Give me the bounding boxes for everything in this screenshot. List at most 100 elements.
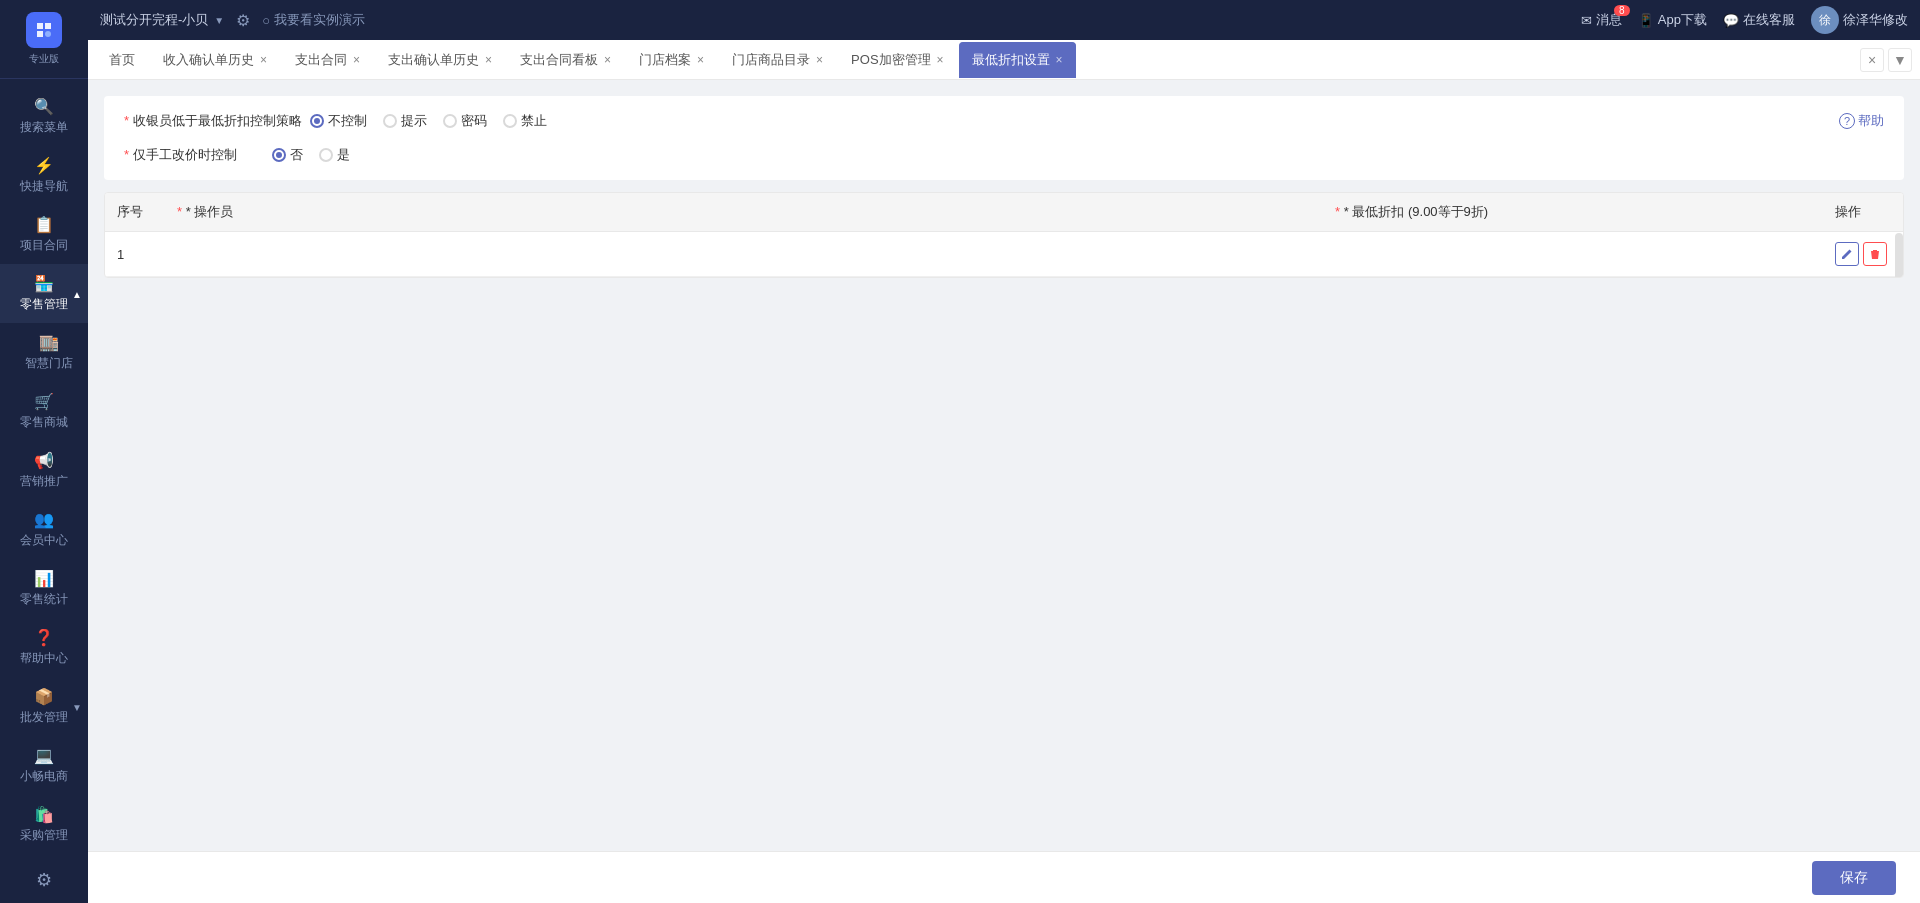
table-scrollbar[interactable] bbox=[1895, 233, 1903, 278]
discount-policy-forbid[interactable]: 禁止 bbox=[503, 112, 547, 130]
sidebar-item-ecommerce[interactable]: 💻 小畅电商 bbox=[0, 736, 88, 795]
discount-table: 序号 * * 操作员 * * 最低折扣 (9.00等于9折) 操作 bbox=[105, 193, 1903, 277]
manual-price-yes-label: 是 bbox=[337, 146, 350, 164]
ecommerce-icon: 💻 bbox=[34, 746, 54, 765]
tab-payment-contract-close[interactable]: × bbox=[353, 53, 360, 67]
help-link[interactable]: ? 帮助 bbox=[1839, 112, 1884, 130]
sidebar-item-smartstore[interactable]: 🏬 智慧门店 bbox=[0, 323, 88, 382]
td-operator bbox=[165, 232, 1323, 277]
discount-policy-no-control[interactable]: 不控制 bbox=[310, 112, 367, 130]
tab-payment-confirm-close[interactable]: × bbox=[485, 53, 492, 67]
tab-close-all-btn[interactable]: × bbox=[1860, 48, 1884, 72]
tab-store-archive-close[interactable]: × bbox=[697, 53, 704, 67]
marketing-icon: 📢 bbox=[34, 451, 54, 470]
discount-policy-password[interactable]: 密码 bbox=[443, 112, 487, 130]
tabbar: 首页 收入确认单历史 × 支出合同 × 支出确认单历史 × 支出合同看板 × 门… bbox=[88, 40, 1920, 80]
password-label: 密码 bbox=[461, 112, 487, 130]
tab-home-label: 首页 bbox=[109, 51, 135, 69]
sidebar-menu: 🔍 搜索菜单 ⚡ 快捷导航 📋 项目合同 🏪 零售管理 ▲ 🏬 智慧门店 🛒 零… bbox=[0, 79, 88, 857]
manual-price-yes-radio[interactable] bbox=[319, 148, 333, 162]
sidebar-item-eshop[interactable]: 🛒 零售商城 bbox=[0, 382, 88, 441]
topbar-settings-icon[interactable]: ⚙ bbox=[236, 11, 250, 30]
tab-income-confirm-close[interactable]: × bbox=[260, 53, 267, 67]
svg-point-0 bbox=[45, 31, 51, 37]
message-icon: ✉ bbox=[1581, 13, 1592, 28]
tab-min-discount[interactable]: 最低折扣设置 × bbox=[959, 42, 1076, 78]
tabbar-controls: × ▼ bbox=[1860, 48, 1912, 72]
manual-price-label: * 仅手工改价时控制 bbox=[124, 146, 264, 164]
action-buttons bbox=[1835, 242, 1891, 266]
th-operator: * * 操作员 bbox=[165, 193, 1323, 232]
tab-store-archive[interactable]: 门店档案 × bbox=[626, 42, 717, 78]
tab-store-goods[interactable]: 门店商品目录 × bbox=[719, 42, 836, 78]
sidebar-item-wholesale[interactable]: 📦 批发管理 ▼ bbox=[0, 677, 88, 736]
password-radio[interactable] bbox=[443, 114, 457, 128]
edit-btn[interactable] bbox=[1835, 242, 1859, 266]
bottom-bar: 保存 bbox=[88, 851, 1920, 903]
forbid-radio[interactable] bbox=[503, 114, 517, 128]
sidebar-bottom: ⚙ bbox=[0, 857, 88, 903]
sidebar-item-label: 零售商城 bbox=[20, 414, 68, 431]
tab-pos-encrypt[interactable]: POS加密管理 × bbox=[838, 42, 956, 78]
sidebar-item-label: 智慧门店 bbox=[25, 355, 73, 372]
sidebar-item-label: 采购管理 bbox=[20, 827, 68, 844]
project-icon: 📋 bbox=[34, 215, 54, 234]
tab-payment-confirm[interactable]: 支出确认单历史 × bbox=[375, 42, 505, 78]
topbar-message-btn[interactable]: ✉ 消息 8 bbox=[1581, 11, 1622, 29]
topbar-appdownload-btn[interactable]: 📱 App下载 bbox=[1638, 11, 1707, 29]
topbar-demo-label: 我要看实例演示 bbox=[274, 11, 365, 29]
topbar-customerservice-label: 在线客服 bbox=[1743, 11, 1795, 29]
sidebar-settings-icon[interactable]: ⚙ bbox=[36, 869, 52, 891]
sidebar-item-label: 小畅电商 bbox=[20, 768, 68, 785]
manual-price-no-radio[interactable] bbox=[272, 148, 286, 162]
sidebar-item-member[interactable]: 👥 会员中心 bbox=[0, 500, 88, 559]
tab-menu-btn[interactable]: ▼ bbox=[1888, 48, 1912, 72]
tab-home[interactable]: 首页 bbox=[96, 42, 148, 78]
tab-pos-encrypt-close[interactable]: × bbox=[937, 53, 944, 67]
sidebar-item-help[interactable]: ❓ 帮助中心 bbox=[0, 618, 88, 677]
tab-payment-contract[interactable]: 支出合同 × bbox=[282, 42, 373, 78]
topbar-demo-circle-icon: ○ bbox=[262, 13, 270, 28]
tab-payment-board-label: 支出合同看板 bbox=[520, 51, 598, 69]
topbar-demo-btn[interactable]: ○ 我要看实例演示 bbox=[262, 11, 365, 29]
manual-price-yes[interactable]: 是 bbox=[319, 146, 350, 164]
tab-payment-board-close[interactable]: × bbox=[604, 53, 611, 67]
save-button[interactable]: 保存 bbox=[1812, 861, 1896, 895]
sidebar-item-project[interactable]: 📋 项目合同 bbox=[0, 205, 88, 264]
delete-btn[interactable] bbox=[1863, 242, 1887, 266]
sidebar-item-label: 搜索菜单 bbox=[20, 119, 68, 136]
forbid-label: 禁止 bbox=[521, 112, 547, 130]
help-label: 帮助 bbox=[1858, 112, 1884, 130]
manual-price-radio-group: 否 是 bbox=[272, 146, 350, 164]
sidebar-item-label: 快捷导航 bbox=[20, 178, 68, 195]
tab-store-goods-close[interactable]: × bbox=[816, 53, 823, 67]
no-control-label: 不控制 bbox=[328, 112, 367, 130]
discount-policy-prompt[interactable]: 提示 bbox=[383, 112, 427, 130]
smartstore-icon: 🏬 bbox=[39, 333, 59, 352]
no-control-radio[interactable] bbox=[310, 114, 324, 128]
discount-policy-radio-group: 不控制 提示 密码 禁止 bbox=[310, 112, 547, 130]
sidebar-item-stats[interactable]: 📊 零售统计 bbox=[0, 559, 88, 618]
tab-income-confirm[interactable]: 收入确认单历史 × bbox=[150, 42, 280, 78]
topbar-username: 徐泽华修改 bbox=[1843, 11, 1908, 29]
topbar: 测试分开完程-小贝 ▼ ⚙ ○ 我要看实例演示 ✉ 消息 8 📱 App下载 💬… bbox=[88, 0, 1920, 40]
topbar-customerservice-btn[interactable]: 💬 在线客服 bbox=[1723, 11, 1795, 29]
sidebar-item-purchase[interactable]: 🛍️ 采购管理 bbox=[0, 795, 88, 854]
topbar-project-selector[interactable]: 测试分开完程-小贝 ▼ bbox=[100, 11, 224, 29]
tab-min-discount-close[interactable]: × bbox=[1056, 53, 1063, 67]
sidebar-item-search[interactable]: 🔍 搜索菜单 bbox=[0, 87, 88, 146]
tab-payment-board[interactable]: 支出合同看板 × bbox=[507, 42, 624, 78]
sidebar-item-quicknav[interactable]: ⚡ 快捷导航 bbox=[0, 146, 88, 205]
prompt-radio[interactable] bbox=[383, 114, 397, 128]
topbar-user-btn[interactable]: 徐 徐泽华修改 bbox=[1811, 6, 1908, 34]
sidebar-item-retail[interactable]: 🏪 零售管理 ▲ bbox=[0, 264, 88, 323]
sidebar-item-label: 营销推广 bbox=[20, 473, 68, 490]
th-operator-label: * 操作员 bbox=[186, 204, 234, 219]
sidebar-item-marketing[interactable]: 📢 营销推广 bbox=[0, 441, 88, 500]
manual-price-no[interactable]: 否 bbox=[272, 146, 303, 164]
discount-required-mark: * bbox=[1335, 204, 1340, 219]
sidebar-item-inventory[interactable]: 📦 库存核算 bbox=[0, 854, 88, 857]
tab-pos-encrypt-label: POS加密管理 bbox=[851, 51, 930, 69]
help-icon: ❓ bbox=[34, 628, 54, 647]
tab-store-goods-label: 门店商品目录 bbox=[732, 51, 810, 69]
